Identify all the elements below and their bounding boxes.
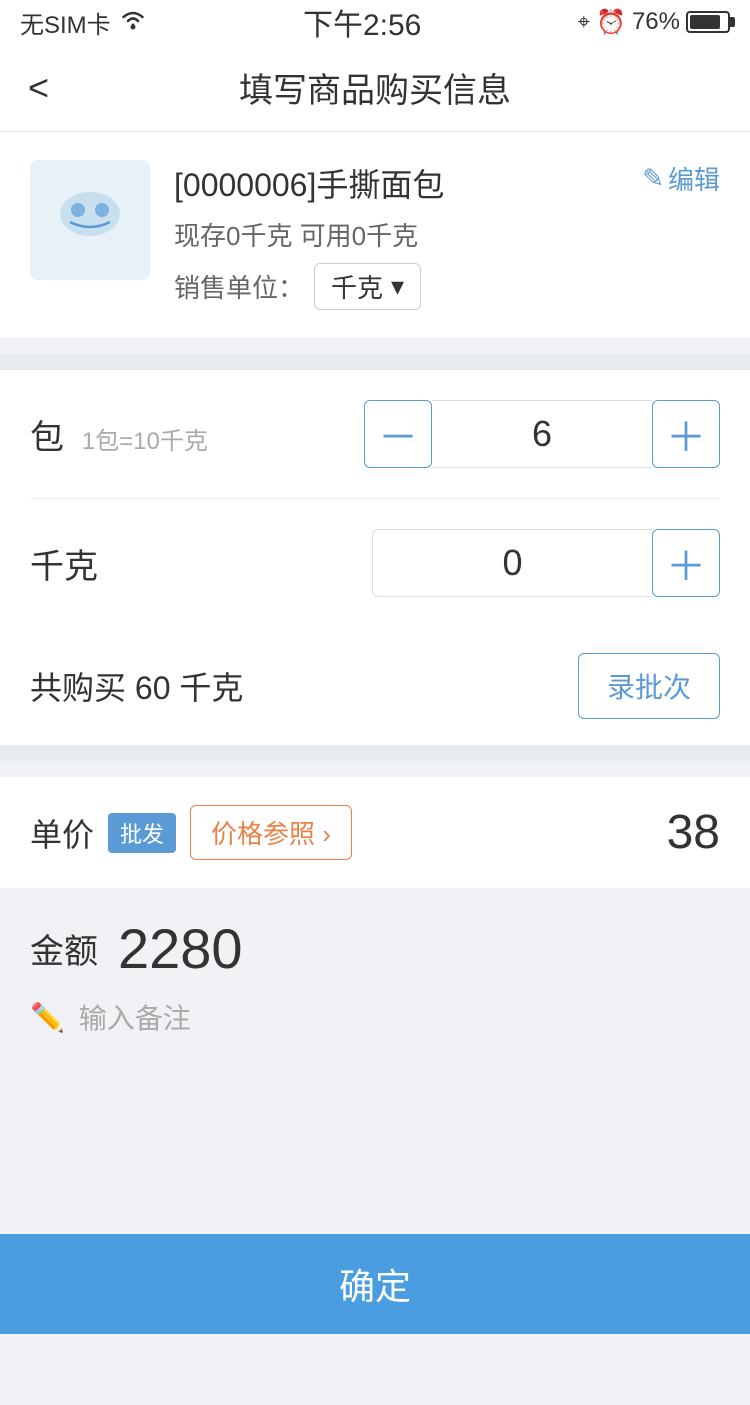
page-title: 填写商品购买信息	[239, 63, 511, 112]
unit-select[interactable]: 千克 ▾	[314, 263, 421, 310]
kg-quantity-input[interactable]	[372, 529, 652, 597]
time-display: 下午2:56	[303, 0, 421, 44]
product-stock: 现存0千克 可用0千克	[174, 216, 720, 253]
batch-button[interactable]: 录批次	[578, 653, 720, 719]
price-label-group: 单价 批发 价格参照 ›	[30, 805, 352, 860]
product-name: [0000006]手撕面包	[174, 160, 444, 206]
price-value: 38	[667, 805, 720, 860]
section-divider-1	[0, 354, 750, 370]
edit-icon: ✎	[642, 163, 664, 194]
carrier-text: 无SIM卡	[20, 5, 111, 40]
status-bar: 无SIM卡 下午2:56 ⌖ ⏰ 76%	[0, 0, 750, 44]
confirm-button-wrap: 确定	[0, 1234, 750, 1334]
battery-icon	[686, 11, 730, 33]
bag-label-group: 包 1包=10千克	[30, 410, 208, 459]
bag-input-control: － ＋	[364, 400, 720, 468]
status-right: ⌖ ⏰ 76%	[578, 8, 730, 37]
nav-bar: < 填写商品购买信息	[0, 44, 750, 132]
bag-plus-button[interactable]: ＋	[652, 400, 720, 468]
product-unit: 销售单位： 千克 ▾	[174, 263, 720, 310]
price-tag: 批发	[108, 813, 176, 853]
bag-minus-button[interactable]: －	[364, 400, 432, 468]
kg-label-group: 千克	[30, 539, 98, 588]
unit-label: 销售单位：	[174, 268, 304, 305]
price-ref-button[interactable]: 价格参照 ›	[190, 805, 352, 860]
alarm-icon: ⏰	[596, 8, 626, 37]
price-label: 单价	[30, 810, 94, 856]
bag-quantity-input[interactable]	[432, 400, 652, 468]
amount-section: 金额 2280 ✏️ 输入备注	[0, 888, 750, 1065]
product-logo-icon	[50, 184, 130, 256]
edit-label: 编辑	[668, 160, 720, 197]
kg-plus-button[interactable]: ＋	[652, 529, 720, 597]
product-image	[30, 160, 150, 280]
amount-row: 金额 2280	[30, 916, 720, 981]
product-header: [0000006]手撕面包 ✎ 编辑	[174, 160, 720, 206]
unit-value: 千克	[331, 268, 383, 305]
wifi-icon	[119, 8, 147, 37]
kg-input-control: ＋	[372, 529, 720, 597]
status-left: 无SIM卡	[20, 5, 147, 40]
remark-icon: ✏️	[30, 1001, 65, 1034]
location-icon: ⌖	[578, 9, 590, 35]
amount-value: 2280	[118, 916, 243, 981]
summary-section: 共购买 60 千克 录批次	[0, 627, 750, 745]
battery-percent: 76%	[632, 8, 680, 36]
product-info: [0000006]手撕面包 ✎ 编辑 现存0千克 可用0千克 销售单位： 千克 …	[174, 160, 720, 310]
kg-label: 千克	[30, 548, 98, 586]
back-button[interactable]: <	[28, 67, 49, 109]
input-section: 包 1包=10千克 － ＋ 千克 ＋	[0, 370, 750, 627]
product-card: [0000006]手撕面包 ✎ 编辑 现存0千克 可用0千克 销售单位： 千克 …	[0, 132, 750, 338]
price-row: 单价 批发 价格参照 › 38	[30, 805, 720, 860]
confirm-button[interactable]: 确定	[0, 1234, 750, 1334]
edit-button[interactable]: ✎ 编辑	[642, 160, 720, 197]
summary-text: 共购买 60 千克	[30, 663, 243, 709]
bag-input-row: 包 1包=10千克 － ＋	[30, 370, 720, 499]
bag-hint: 1包=10千克	[82, 428, 208, 455]
price-section: 单价 批发 价格参照 › 38	[0, 777, 750, 888]
amount-label: 金额	[30, 924, 98, 973]
bag-label: 包	[30, 419, 64, 457]
section-divider-2	[0, 745, 750, 761]
dropdown-icon: ▾	[391, 271, 404, 302]
kg-input-row: 千克 ＋	[30, 499, 720, 627]
remark-placeholder: 输入备注	[79, 997, 191, 1037]
remark-row[interactable]: ✏️ 输入备注	[30, 997, 720, 1037]
